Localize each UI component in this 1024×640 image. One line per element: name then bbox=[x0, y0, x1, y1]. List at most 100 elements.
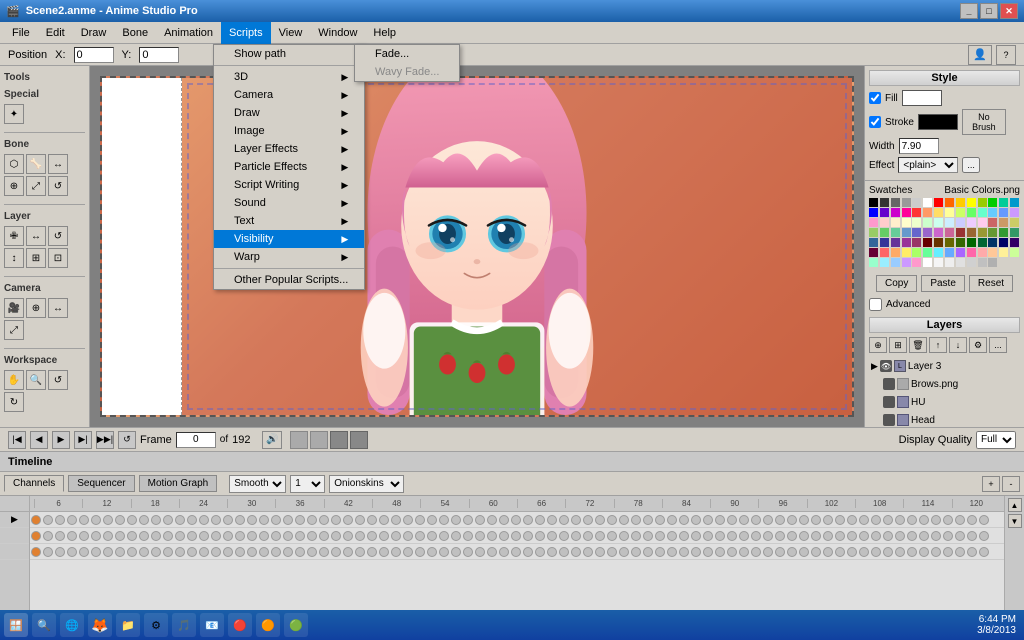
maximize-button[interactable]: □ bbox=[980, 3, 998, 19]
frame-dot-2-65[interactable] bbox=[811, 547, 821, 557]
frame-dot-0-36[interactable] bbox=[463, 515, 473, 525]
onionskins-select[interactable]: Onionskins bbox=[329, 475, 404, 493]
frame-dot-1-53[interactable] bbox=[667, 531, 677, 541]
frame-dot-0-43[interactable] bbox=[547, 515, 557, 525]
frame-dot-2-56[interactable] bbox=[703, 547, 713, 557]
frame-dot-1-21[interactable] bbox=[283, 531, 293, 541]
menu-scripts-text[interactable]: Text ▶ bbox=[214, 212, 364, 230]
frame-dot-2-25[interactable] bbox=[331, 547, 341, 557]
frame-dot-0-11[interactable] bbox=[163, 515, 173, 525]
frame-dot-0-14[interactable] bbox=[199, 515, 209, 525]
frame-dot-0-38[interactable] bbox=[487, 515, 497, 525]
frame-dot-0-70[interactable] bbox=[871, 515, 881, 525]
frame-dot-2-45[interactable] bbox=[571, 547, 581, 557]
frame-dot-1-0[interactable] bbox=[31, 531, 41, 541]
frame-dot-2-73[interactable] bbox=[907, 547, 917, 557]
pb-play[interactable]: ▶ bbox=[52, 431, 70, 449]
frame-dot-1-41[interactable] bbox=[523, 531, 533, 541]
color-swatch-49[interactable] bbox=[945, 228, 954, 237]
frame-dot-0-63[interactable] bbox=[787, 515, 797, 525]
frame-dot-0-65[interactable] bbox=[811, 515, 821, 525]
color-swatch-61[interactable] bbox=[923, 238, 932, 247]
menu-scripts[interactable]: Scripts bbox=[221, 22, 271, 44]
frame-dot-1-40[interactable] bbox=[511, 531, 521, 541]
frame-dot-2-11[interactable] bbox=[163, 547, 173, 557]
color-swatch-89[interactable] bbox=[923, 258, 932, 267]
frame-dot-0-45[interactable] bbox=[571, 515, 581, 525]
frame-dot-2-55[interactable] bbox=[691, 547, 701, 557]
frame-dot-0-0[interactable] bbox=[31, 515, 41, 525]
frame-dot-1-2[interactable] bbox=[55, 531, 65, 541]
frame-dot-0-5[interactable] bbox=[91, 515, 101, 525]
color-swatch-92[interactable] bbox=[956, 258, 965, 267]
view-btn-1[interactable] bbox=[290, 431, 308, 449]
frame-dot-2-54[interactable] bbox=[679, 547, 689, 557]
menu-draw[interactable]: Draw bbox=[73, 22, 115, 44]
frame-dot-0-8[interactable] bbox=[127, 515, 137, 525]
frame-dot-0-66[interactable] bbox=[823, 515, 833, 525]
color-swatch-83[interactable] bbox=[1010, 248, 1019, 257]
color-swatch-90[interactable] bbox=[934, 258, 943, 267]
color-swatch-31[interactable] bbox=[902, 218, 911, 227]
menu-scripts-3d[interactable]: 3D ▶ bbox=[214, 68, 364, 86]
frame-dot-2-18[interactable] bbox=[247, 547, 257, 557]
color-swatch-69[interactable] bbox=[1010, 238, 1019, 247]
menu-scripts-warp[interactable]: Warp ▶ bbox=[214, 248, 364, 266]
frame-dot-1-19[interactable] bbox=[259, 531, 269, 541]
frame-dot-1-25[interactable] bbox=[331, 531, 341, 541]
frame-dot-1-76[interactable] bbox=[943, 531, 953, 541]
frame-dot-0-69[interactable] bbox=[859, 515, 869, 525]
tool-layer-3[interactable]: ↺ bbox=[48, 226, 68, 246]
color-swatch-78[interactable] bbox=[956, 248, 965, 257]
color-swatch-46[interactable] bbox=[912, 228, 921, 237]
frame-dot-1-79[interactable] bbox=[979, 531, 989, 541]
color-swatch-87[interactable] bbox=[902, 258, 911, 267]
frame-dot-0-24[interactable] bbox=[319, 515, 329, 525]
color-swatch-57[interactable] bbox=[880, 238, 889, 247]
smooth-select[interactable]: Smooth bbox=[229, 475, 286, 493]
color-swatch-33[interactable] bbox=[923, 218, 932, 227]
frame-dot-1-45[interactable] bbox=[571, 531, 581, 541]
frame-dot-2-40[interactable] bbox=[511, 547, 521, 557]
layer3-eye-icon[interactable]: 👁 bbox=[880, 360, 892, 372]
color-swatch-45[interactable] bbox=[902, 228, 911, 237]
fill-checkbox[interactable] bbox=[869, 92, 881, 104]
tool-bone-2[interactable]: 🦴 bbox=[26, 154, 46, 174]
y-input[interactable]: 0 bbox=[139, 47, 179, 63]
frame-dot-1-50[interactable] bbox=[631, 531, 641, 541]
frame-dot-2-24[interactable] bbox=[319, 547, 329, 557]
color-swatch-28[interactable] bbox=[869, 218, 878, 227]
frame-dot-0-2[interactable] bbox=[55, 515, 65, 525]
tool-camera-1[interactable]: 🎥 bbox=[4, 298, 24, 318]
menu-animation[interactable]: Animation bbox=[156, 22, 221, 44]
frame-dot-1-31[interactable] bbox=[403, 531, 413, 541]
frame-dot-1-12[interactable] bbox=[175, 531, 185, 541]
frame-dot-2-41[interactable] bbox=[523, 547, 533, 557]
frame-dot-1-29[interactable] bbox=[379, 531, 389, 541]
frame-dot-1-38[interactable] bbox=[487, 531, 497, 541]
taskbar-start[interactable]: 🪟 bbox=[4, 613, 28, 637]
frame-dot-2-70[interactable] bbox=[871, 547, 881, 557]
color-swatch-79[interactable] bbox=[967, 248, 976, 257]
frame-dot-2-7[interactable] bbox=[115, 547, 125, 557]
frame-dot-2-53[interactable] bbox=[667, 547, 677, 557]
frame-dot-1-33[interactable] bbox=[427, 531, 437, 541]
frame-dot-1-36[interactable] bbox=[463, 531, 473, 541]
pb-prev[interactable]: ◀ bbox=[30, 431, 48, 449]
brows-eye-icon[interactable] bbox=[883, 378, 895, 390]
fill-color-swatch[interactable] bbox=[902, 90, 942, 106]
stroke-color-swatch[interactable] bbox=[918, 114, 958, 130]
frame-dot-0-53[interactable] bbox=[667, 515, 677, 525]
frame-dot-2-9[interactable] bbox=[139, 547, 149, 557]
frame-dot-2-28[interactable] bbox=[367, 547, 377, 557]
frame-dot-2-26[interactable] bbox=[343, 547, 353, 557]
menu-scripts-visibility[interactable]: Visibility ▶ bbox=[214, 230, 364, 248]
frame-dot-2-12[interactable] bbox=[175, 547, 185, 557]
frame-dot-1-64[interactable] bbox=[799, 531, 809, 541]
color-swatch-77[interactable] bbox=[945, 248, 954, 257]
color-swatch-23[interactable] bbox=[967, 208, 976, 217]
frame-dot-1-72[interactable] bbox=[895, 531, 905, 541]
color-swatch-10[interactable] bbox=[978, 198, 987, 207]
frame-dot-1-7[interactable] bbox=[115, 531, 125, 541]
copy-button[interactable]: Copy bbox=[876, 275, 917, 292]
